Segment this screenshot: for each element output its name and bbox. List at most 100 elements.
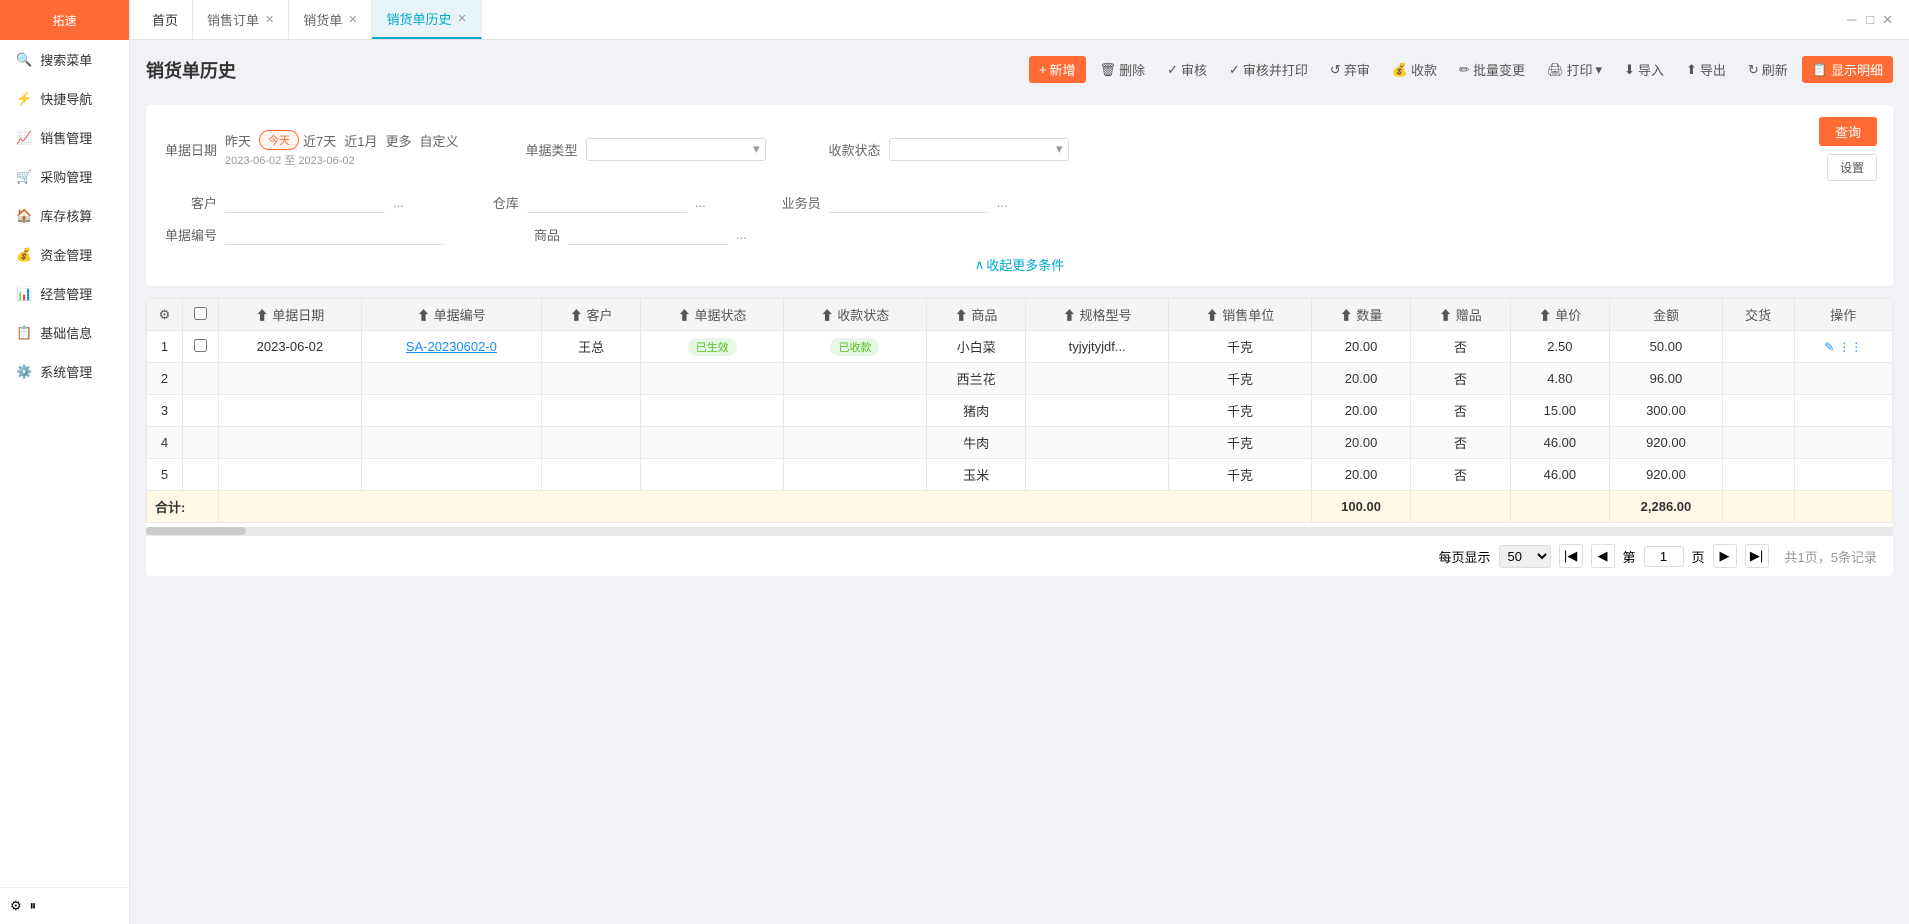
salesperson-input[interactable] <box>829 191 989 213</box>
select-all-checkbox[interactable] <box>194 307 207 320</box>
doc-number-input[interactable] <box>225 223 445 245</box>
col-gear[interactable]: ⚙ <box>147 299 183 331</box>
goods-dots[interactable]: ... <box>736 227 747 242</box>
last-page-button[interactable]: ▶| <box>1745 544 1769 568</box>
tab-sales-goods[interactable]: 销货单 ✕ <box>289 0 372 39</box>
col-doc-status[interactable]: ⬆ 单据状态 <box>641 299 784 331</box>
chip-more[interactable]: 更多 <box>385 131 411 150</box>
col-delivery[interactable]: 交货 <box>1722 299 1794 331</box>
show-detail-icon: 📋 <box>1812 62 1828 78</box>
col-amount[interactable]: 金额 <box>1610 299 1723 331</box>
doc-type-select[interactable] <box>586 138 766 161</box>
sidebar-item-funds-mgmt[interactable]: 💰 资金管理 <box>0 235 129 274</box>
tab-minimize-icon[interactable]: － <box>1845 10 1858 29</box>
cell-checkbox[interactable] <box>183 427 219 459</box>
edit-action-button[interactable]: ✎ <box>1824 340 1834 354</box>
add-button[interactable]: + 新增 <box>1029 56 1086 83</box>
sidebar-item-inventory-calc[interactable]: 🏠 库存核算 <box>0 196 129 235</box>
query-button[interactable]: 查询 <box>1819 117 1877 146</box>
horizontal-scrollbar[interactable] <box>146 527 1893 535</box>
cell-goods: 西兰花 <box>926 363 1025 395</box>
sidebar-pause-icon[interactable]: ⏸ <box>30 898 37 914</box>
audit-print-button[interactable]: ✓ 审核并打印 <box>1221 56 1316 83</box>
page-content: 销货单历史 + 新增 🗑 删除 ✓ 审核 ✓ 审核并打印 <box>130 40 1909 924</box>
payment-status-badge: 已收款 <box>830 338 879 356</box>
col-payment-status[interactable]: ⬆ 收款状态 <box>784 299 927 331</box>
print-dropdown-icon: ▾ <box>1596 62 1603 78</box>
chip-custom[interactable]: 自定义 <box>420 131 459 150</box>
page-number-input[interactable] <box>1644 546 1684 567</box>
print-button[interactable]: 🖨 打印 ▾ <box>1539 56 1610 83</box>
collect-button[interactable]: 💰 收款 <box>1384 56 1445 83</box>
cell-payment-status: 已收款 <box>784 331 927 363</box>
chip-yesterday[interactable]: 昨天 <box>225 131 251 150</box>
tab-sales-order-label: 销售订单 <box>207 10 259 29</box>
refresh-button[interactable]: ↻ 刷新 <box>1740 56 1796 83</box>
customer-dots[interactable]: ... <box>393 195 404 210</box>
cell-payment-status <box>784 363 927 395</box>
sidebar-item-search-menu[interactable]: 🔍 搜索菜单 <box>0 40 129 79</box>
next-page-button[interactable]: ▶ <box>1713 544 1737 568</box>
doc-number-link[interactable]: SA-20230602-0 <box>406 339 497 354</box>
chip-today[interactable]: 今天 <box>259 130 299 150</box>
tab-sales-history-close[interactable]: ✕ <box>458 12 467 25</box>
cell-amount: 96.00 <box>1610 363 1723 395</box>
export-button[interactable]: ⬆ 导出 <box>1678 56 1734 83</box>
audit-button[interactable]: ✓ 审核 <box>1159 56 1215 83</box>
delete-button[interactable]: 🗑 删除 <box>1092 56 1154 83</box>
row-checkbox[interactable] <box>194 339 207 352</box>
sidebar-item-system-mgmt[interactable]: ⚙️ 系统管理 <box>0 352 129 391</box>
per-page-select[interactable]: 50 100 <box>1499 545 1551 568</box>
chip-7days[interactable]: 近7天 <box>303 131 336 150</box>
col-customer[interactable]: ⬆ 客户 <box>541 299 640 331</box>
tab-close-icon[interactable]: ✕ <box>1882 12 1893 28</box>
prev-page-button[interactable]: ◀ <box>1591 544 1615 568</box>
tab-sales-history[interactable]: 销货单历史 ✕ <box>372 0 481 39</box>
col-doc-number[interactable]: ⬆ 单据编号 <box>361 299 541 331</box>
setting-button[interactable]: 设置 <box>1827 154 1877 181</box>
scroll-thumb[interactable] <box>146 527 246 535</box>
col-unit-price[interactable]: ⬆ 单价 <box>1510 299 1609 331</box>
chip-1month[interactable]: 近1月 <box>344 131 377 150</box>
first-page-button[interactable]: |◀ <box>1559 544 1583 568</box>
col-doc-date[interactable]: ⬆ 单据日期 <box>219 299 362 331</box>
tab-sales-order[interactable]: 销售订单 ✕ <box>193 0 289 39</box>
sidebar-item-sales-mgmt[interactable]: 📈 销售管理 <box>0 118 129 157</box>
cell-row-num: 4 <box>147 427 183 459</box>
col-spec-type[interactable]: ⬆ 规格型号 <box>1026 299 1169 331</box>
sidebar-item-basic-info[interactable]: 📋 基础信息 <box>0 313 129 352</box>
batch-change-button[interactable]: ✏ 批量变更 <box>1451 56 1533 83</box>
cell-amount: 920.00 <box>1610 459 1723 491</box>
tab-sales-goods-close[interactable]: ✕ <box>348 13 357 26</box>
cell-checkbox[interactable] <box>183 363 219 395</box>
warehouse-input[interactable] <box>527 191 687 213</box>
cell-checkbox[interactable] <box>183 459 219 491</box>
tab-sales-order-close[interactable]: ✕ <box>265 13 274 26</box>
inventory-icon: 🏠 <box>16 208 32 224</box>
sidebar-item-purchase-mgmt[interactable]: 🛒 采购管理 <box>0 157 129 196</box>
cell-row-num: 3 <box>147 395 183 427</box>
warehouse-dots[interactable]: ... <box>695 195 706 210</box>
cell-checkbox[interactable] <box>183 395 219 427</box>
customer-input[interactable] <box>225 191 385 213</box>
cell-checkbox[interactable] <box>183 331 219 363</box>
col-gift[interactable]: ⬆ 赠品 <box>1411 299 1510 331</box>
sidebar-item-quick-nav[interactable]: ⚡ 快捷导航 <box>0 79 129 118</box>
filter-row-3: 单据编号 商品 ... <box>162 223 1877 245</box>
sidebar-item-operations-mgmt[interactable]: 📊 经营管理 <box>0 274 129 313</box>
goods-input[interactable] <box>568 223 728 245</box>
abandon-button[interactable]: ↺ 弃审 <box>1322 56 1378 83</box>
sidebar-settings-icon[interactable]: ⚙ <box>10 898 22 914</box>
tab-home[interactable]: 首页 <box>138 0 193 39</box>
payment-status-select[interactable] <box>889 138 1069 161</box>
import-button[interactable]: ⬇ 导入 <box>1616 56 1672 83</box>
more-action-button[interactable]: ⋮⋮ <box>1838 340 1862 354</box>
col-quantity[interactable]: ⬆ 数量 <box>1311 299 1410 331</box>
collapse-filter-button[interactable]: ∧ 收起更多条件 <box>975 255 1065 274</box>
show-detail-button[interactable]: 📋 显示明细 <box>1802 56 1893 83</box>
tab-maximize-icon[interactable]: □ <box>1866 12 1874 27</box>
col-sales-unit[interactable]: ⬆ 销售单位 <box>1169 299 1312 331</box>
salesperson-dots[interactable]: ... <box>997 195 1008 210</box>
gear-icon[interactable]: ⚙ <box>159 307 171 322</box>
col-goods[interactable]: ⬆ 商品 <box>926 299 1025 331</box>
